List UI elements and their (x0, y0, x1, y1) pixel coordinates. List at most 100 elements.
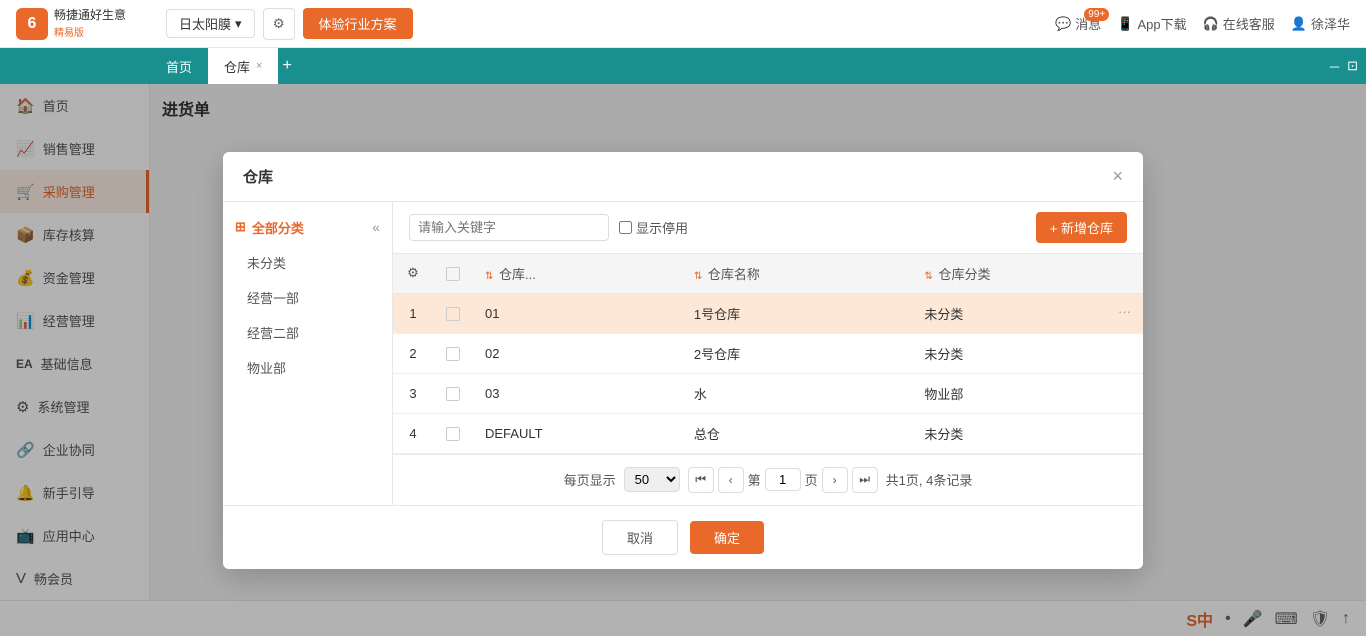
prev-page-btn[interactable]: ‹ (718, 467, 744, 493)
category-all: ⊞ 全部分类 (235, 218, 304, 237)
category-item-unclassified[interactable]: 未分类 (223, 245, 392, 280)
td-code-1: 01 (473, 293, 682, 333)
last-page-btn[interactable]: ⏭ (852, 467, 878, 493)
td-check-1[interactable] (433, 293, 473, 333)
next-page-btn[interactable]: › (822, 467, 848, 493)
td-cat-4: 未分类 (912, 413, 1143, 453)
page-number-input[interactable]: 1 (765, 468, 801, 491)
settings-icon: ⚙ (407, 265, 419, 280)
mobile-icon: 📱 (1117, 16, 1133, 32)
nav-expand-icon[interactable]: ⊡ (1347, 58, 1358, 74)
show-disabled-label[interactable]: 显示停用 (619, 218, 688, 237)
message-icon: 💬 (1055, 16, 1071, 32)
nav-tabs: 首页 仓库 × + ─ ⊡ (0, 48, 1366, 84)
user-menu[interactable]: 👤 徐泽华 (1291, 14, 1350, 33)
grid-icon: ⊞ (235, 219, 246, 235)
th-checkbox (433, 254, 473, 294)
table-header-row: ⚙ ⇅ 仓库... ⇅ (393, 254, 1143, 294)
modal-overlay[interactable]: 仓库 × ⊞ 全部分类 « 未分类 经营一部 (0, 84, 1366, 636)
row-dots-1[interactable]: ··· (1118, 304, 1131, 319)
td-name-3: 水 (682, 373, 913, 413)
header-center: 日太阳膜 ▾ ⚙ 体验行业方案 (166, 8, 1055, 40)
confirm-button[interactable]: 确定 (690, 521, 764, 554)
td-num-2: 2 (393, 333, 433, 373)
logo-icon: 6 (16, 8, 48, 40)
th-category: ⇅ 仓库分类 (912, 254, 1143, 294)
td-code-2: 02 (473, 333, 682, 373)
logo-area: 6 畅捷通好生意 精易版 (16, 8, 166, 40)
td-check-4[interactable] (433, 413, 473, 453)
td-cat-3: 物业部 (912, 373, 1143, 413)
modal-close-button[interactable]: × (1112, 166, 1123, 187)
message-btn[interactable]: 💬 消息 99+ (1055, 14, 1101, 33)
page-label: 第 (748, 470, 761, 489)
nav-tab-warehouse[interactable]: 仓库 × (208, 48, 278, 84)
nav-tab-home[interactable]: 首页 (150, 48, 208, 84)
cancel-button[interactable]: 取消 (602, 520, 678, 555)
table-row[interactable]: 3 03 水 物业部 (393, 373, 1143, 413)
td-code-3: 03 (473, 373, 682, 413)
page-suffix: 页 (805, 470, 818, 489)
collapse-button[interactable]: « (372, 219, 380, 235)
search-input-wrap: 🔍 (409, 214, 609, 241)
td-num-3: 3 (393, 373, 433, 413)
warehouse-table: ⚙ ⇅ 仓库... ⇅ (393, 254, 1143, 454)
page-size-selector: 50 20 100 (624, 467, 680, 492)
table-toolbar: 🔍 显示停用 + 新增仓库 (393, 202, 1143, 254)
top-header: 6 畅捷通好生意 精易版 日太阳膜 ▾ ⚙ 体验行业方案 💬 消息 99+ 📱 … (0, 0, 1366, 48)
first-page-btn[interactable]: ⏮ (688, 467, 714, 493)
modal-body: ⊞ 全部分类 « 未分类 经营一部 经营二部 物业部 (223, 202, 1143, 505)
table-row[interactable]: 1 01 1号仓库 未分类 ··· (393, 293, 1143, 333)
modal-title: 仓库 (243, 166, 273, 187)
table-row[interactable]: 4 DEFAULT 总仓 未分类 (393, 413, 1143, 453)
nav-add-icon[interactable]: + (282, 57, 291, 75)
modal-header: 仓库 × (223, 152, 1143, 202)
add-warehouse-button[interactable]: + 新增仓库 (1036, 212, 1127, 243)
td-name-2: 2号仓库 (682, 333, 913, 373)
online-service-btn[interactable]: 🎧 在线客服 (1203, 14, 1275, 33)
header-checkbox[interactable] (446, 267, 460, 281)
logo-text: 畅捷通好生意 精易版 (54, 8, 126, 39)
nav-minimize-icon[interactable]: ─ (1330, 59, 1339, 74)
td-num-4: 4 (393, 413, 433, 453)
td-code-4: DEFAULT (473, 413, 682, 453)
th-name: ⇅ 仓库名称 (682, 254, 913, 294)
category-panel: ⊞ 全部分类 « 未分类 经营一部 经营二部 物业部 (223, 202, 393, 505)
gear-icon: ⚙ (273, 16, 285, 32)
td-dots-1: 1 (393, 293, 433, 333)
th-code: ⇅ 仓库... (473, 254, 682, 294)
category-item-ops1[interactable]: 经营一部 (223, 280, 392, 315)
store-selector[interactable]: 日太阳膜 ▾ (166, 9, 255, 38)
search-input[interactable] (410, 215, 602, 240)
close-icon[interactable]: × (256, 60, 262, 72)
warehouse-modal: 仓库 × ⊞ 全部分类 « 未分类 经营一部 (223, 152, 1143, 569)
industry-btn[interactable]: 体验行业方案 (303, 8, 413, 39)
category-item-property[interactable]: 物业部 (223, 350, 392, 385)
th-settings: ⚙ (393, 254, 433, 294)
modal-footer: 取消 确定 (223, 505, 1143, 569)
table-panel: 🔍 显示停用 + 新增仓库 ⚙ (393, 202, 1143, 505)
page-navigation: ⏮ ‹ 第 1 页 › ⏭ (688, 467, 878, 493)
table-row[interactable]: 2 02 2号仓库 未分类 (393, 333, 1143, 373)
page-size-select[interactable]: 50 20 100 (624, 467, 680, 492)
category-all-header[interactable]: ⊞ 全部分类 « (223, 210, 392, 245)
per-page-label: 每页显示 (564, 470, 616, 489)
app-download-btn[interactable]: 📱 App下载 (1117, 14, 1186, 33)
page-total: 共1页, 4条记录 (886, 470, 973, 489)
td-cat-2: 未分类 (912, 333, 1143, 373)
user-icon: 👤 (1291, 16, 1307, 32)
search-button[interactable]: 🔍 (602, 219, 609, 236)
table-wrap: ⚙ ⇅ 仓库... ⇅ (393, 254, 1143, 454)
td-cat-1: 未分类 ··· (912, 293, 1143, 333)
td-name-1: 1号仓库 (682, 293, 913, 333)
gear-button[interactable]: ⚙ (263, 8, 295, 40)
td-check-2[interactable] (433, 333, 473, 373)
pagination: 每页显示 50 20 100 ⏮ ‹ 第 1 页 › (393, 454, 1143, 505)
header-right: 💬 消息 99+ 📱 App下载 🎧 在线客服 👤 徐泽华 (1055, 14, 1350, 33)
chevron-down-icon: ▾ (235, 16, 242, 32)
headset-icon: 🎧 (1203, 16, 1219, 32)
td-name-4: 总仓 (682, 413, 913, 453)
category-item-ops2[interactable]: 经营二部 (223, 315, 392, 350)
td-check-3[interactable] (433, 373, 473, 413)
show-disabled-checkbox[interactable] (619, 221, 632, 234)
